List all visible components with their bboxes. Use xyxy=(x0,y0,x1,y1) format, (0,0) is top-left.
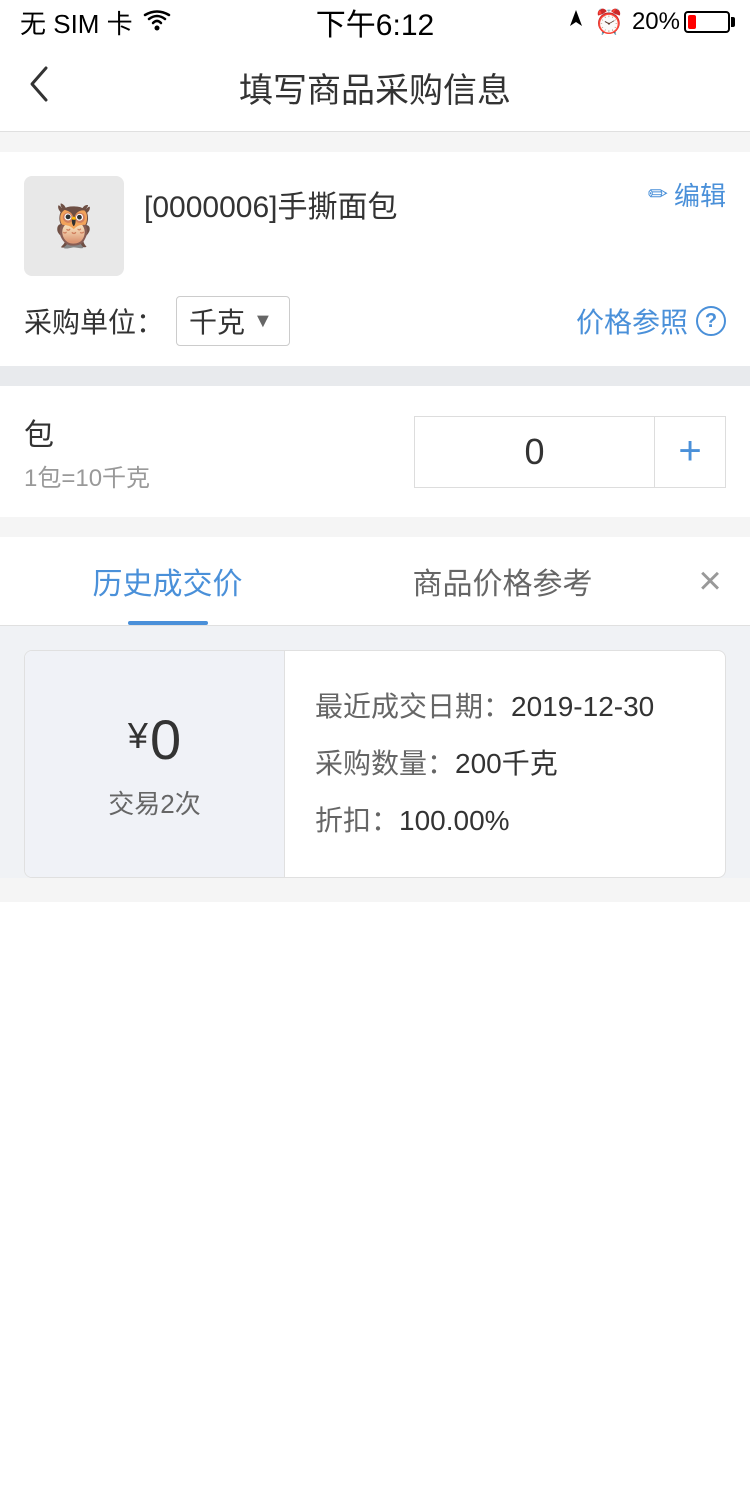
product-name-wrap: [0000006]手撕面包 xyxy=(144,176,397,226)
qty-value: 200千克 xyxy=(455,748,558,779)
product-left: 🦉 [0000006]手撕面包 xyxy=(24,176,397,276)
status-right: ⏰ 20% xyxy=(566,8,730,37)
nav-bar: 填写商品采购信息 xyxy=(0,44,750,132)
main-content xyxy=(0,902,750,1502)
battery-fill xyxy=(688,15,696,29)
date-value: 2019-12-30 xyxy=(511,691,654,722)
edit-icon: ✏ xyxy=(648,180,668,209)
product-code: [0000006] xyxy=(144,191,277,224)
tab-product-price-ref[interactable]: 商品价格参考 xyxy=(335,537,670,625)
discount-value: 100.00% xyxy=(399,805,510,836)
qty-label: 采购数量： xyxy=(315,748,455,779)
detail-date-row: 最近成交日期：2019-12-30 xyxy=(315,687,695,726)
wifi-icon xyxy=(143,7,171,38)
product-full-name: [0000006]手撕面包 xyxy=(144,182,397,226)
quantity-plus-button[interactable]: + xyxy=(654,416,726,488)
battery-indicator: 20% xyxy=(632,8,730,36)
quantity-convert: 1包=10千克 xyxy=(24,458,150,493)
alarm-icon: ⏰ xyxy=(594,8,624,37)
tab-bar: 历史成交价 商品价格参考 × xyxy=(0,537,750,626)
battery-percentage: 20% xyxy=(632,8,680,36)
date-label: 最近成交日期： xyxy=(315,691,511,722)
tab-history-label: 历史成交价 xyxy=(93,559,243,603)
panel: 历史成交价 商品价格参考 × ¥ 0 交易2次 最近成交日期：2019-12-3… xyxy=(0,537,750,878)
edit-label: 编辑 xyxy=(674,176,726,213)
detail-qty-row: 采购数量：200千克 xyxy=(315,744,695,783)
unit-label: 采购单位： xyxy=(24,301,164,341)
quantity-row: 包 1包=10千克 + xyxy=(0,386,750,517)
discount-label: 折扣： xyxy=(315,805,399,836)
page-title: 填写商品采购信息 xyxy=(239,63,511,112)
product-thumb-icon: 🦉 xyxy=(48,205,100,247)
history-price: ¥ 0 xyxy=(128,707,181,772)
history-card: ¥ 0 交易2次 最近成交日期：2019-12-30 采购数量：200千克 折扣… xyxy=(24,650,726,878)
trade-count: 交易2次 xyxy=(108,784,200,821)
quantity-input[interactable] xyxy=(414,416,654,488)
unit-value: 千克 xyxy=(189,301,245,341)
product-name: 手撕面包 xyxy=(277,191,397,224)
unit-select[interactable]: 千克 ▼ xyxy=(176,296,290,346)
tab-product-price-label: 商品价格参考 xyxy=(413,559,593,603)
info-icon: ? xyxy=(696,306,726,336)
product-footer: 采购单位： 千克 ▼ 价格参照 ? xyxy=(24,296,726,346)
location-icon xyxy=(566,8,586,37)
battery-icon xyxy=(684,11,730,33)
quantity-label-wrap: 包 1包=10千克 xyxy=(24,410,150,493)
price-ref-label: 价格参照 xyxy=(576,301,688,341)
edit-button[interactable]: ✏ 编辑 xyxy=(648,176,726,213)
back-button[interactable] xyxy=(24,60,52,115)
product-card: 🦉 [0000006]手撕面包 ✏ 编辑 采购单位： 千克 ▼ 价格参照 ? xyxy=(0,152,750,366)
quantity-unit: 包 xyxy=(24,410,150,454)
quantity-input-wrap: + xyxy=(414,416,726,488)
price-reference-button[interactable]: 价格参照 ? xyxy=(576,301,726,341)
price-value: 0 xyxy=(150,707,181,772)
sim-text: 无 SIM 卡 xyxy=(20,4,133,41)
status-left: 无 SIM 卡 xyxy=(20,4,171,41)
price-symbol: ¥ xyxy=(128,715,148,757)
section-divider xyxy=(0,366,750,386)
dropdown-arrow-icon: ▼ xyxy=(253,310,273,333)
tab-active-indicator xyxy=(128,621,208,625)
detail-discount-row: 折扣：100.00% xyxy=(315,801,695,840)
product-thumbnail: 🦉 xyxy=(24,176,124,276)
status-bar: 无 SIM 卡 下午6:12 ⏰ 20% xyxy=(0,0,750,44)
tab-history-price[interactable]: 历史成交价 xyxy=(0,537,335,625)
status-time: 下午6:12 xyxy=(316,0,434,44)
panel-close-button[interactable]: × xyxy=(670,559,750,604)
product-header: 🦉 [0000006]手撕面包 ✏ 编辑 xyxy=(24,176,726,276)
history-card-left: ¥ 0 交易2次 xyxy=(25,651,285,877)
history-card-right: 最近成交日期：2019-12-30 采购数量：200千克 折扣：100.00% xyxy=(285,651,725,877)
